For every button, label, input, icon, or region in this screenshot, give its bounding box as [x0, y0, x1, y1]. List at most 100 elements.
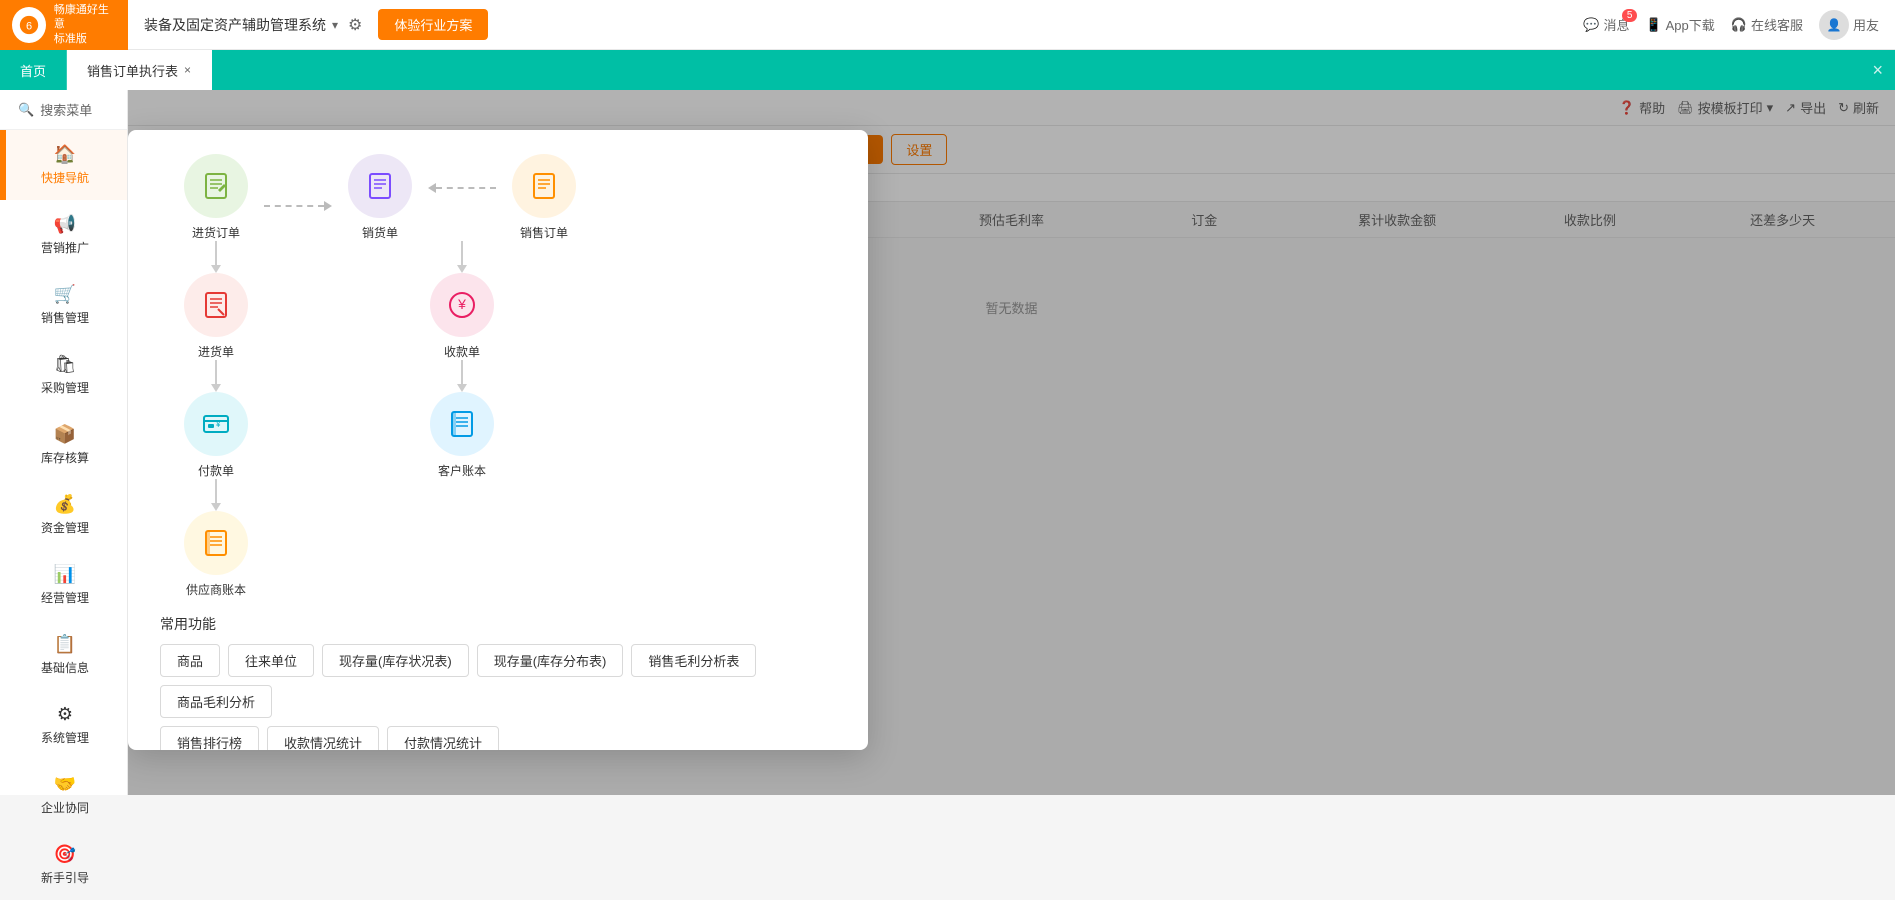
- main-layout: 🔍 搜索菜单 🏠 快捷导航 📢 营销推广 🛒 销售管理 🛍 采购管理 📦 库存核…: [0, 90, 1895, 795]
- content-area: ❓ 帮助 🖨 按模板打印 ▾ ↗ 导出 ↻ 刷新 📅 — 📅: [128, 90, 1895, 795]
- payment-circle: ¥: [184, 392, 248, 456]
- sales-row: 销货单: [332, 154, 592, 241]
- message-badge: 5: [1622, 9, 1638, 22]
- sidebar-item-enterprise[interactable]: 🤝 企业协同: [0, 760, 127, 830]
- function-buttons: 商品 往来单位 现存量(库存状况表) 现存量(库存分布表) 销售毛利分析表 商品…: [160, 644, 836, 718]
- inventory-icon: 📦: [54, 424, 76, 445]
- active-indicator: [3, 130, 6, 200]
- purchase-order-circle: [184, 154, 248, 218]
- logo-icon: 6: [12, 7, 46, 43]
- func-btn-payment-stats[interactable]: 付款情况统计: [387, 726, 499, 750]
- flow-node-sales-bill[interactable]: 销货单: [348, 154, 412, 241]
- common-functions-title: 常用功能: [160, 614, 836, 634]
- user-menu[interactable]: 👤 用友: [1819, 10, 1879, 40]
- app-title: 装备及固定资产辅助管理系统: [144, 15, 326, 35]
- h-arrow-1: [264, 174, 332, 238]
- svg-text:¥: ¥: [215, 420, 221, 429]
- customer-ledger-circle: [430, 392, 494, 456]
- gear-icon[interactable]: ⚙: [348, 15, 362, 35]
- sales-bill-lower: ¥ 收款单: [414, 241, 510, 479]
- flow-node-payment[interactable]: ¥ 付款单: [184, 392, 248, 479]
- flow-diagram: 进货订单 进货: [160, 154, 836, 606]
- sidebar: 🔍 搜索菜单 🏠 快捷导航 📢 营销推广 🛒 销售管理 🛍 采购管理 📦 库存核…: [0, 90, 128, 795]
- svg-text:¥: ¥: [457, 296, 466, 312]
- flow-node-receipt[interactable]: ¥ 收款单: [430, 273, 494, 360]
- modal-body: 进货订单 进货: [128, 130, 868, 750]
- connector-5: [457, 360, 467, 392]
- connector-3: [211, 479, 221, 511]
- operations-icon: 📊: [54, 564, 76, 585]
- enterprise-icon: 🤝: [54, 774, 76, 795]
- function-buttons-row2: 销售排行榜 收款情况统计 付款情况统计: [160, 726, 836, 750]
- func-btn-product-profit[interactable]: 商品毛利分析: [160, 685, 272, 718]
- receipt-circle: ¥: [430, 273, 494, 337]
- connector-1: [211, 241, 221, 273]
- avatar: 👤: [1819, 10, 1849, 40]
- header-right: 💬 消息 5 📱 App下载 🎧 在线客服 👤 用友: [1583, 10, 1879, 40]
- app-download-button[interactable]: 📱 App下载: [1645, 15, 1714, 34]
- tab-sales-order[interactable]: 销售订单执行表 ×: [67, 50, 212, 90]
- tab-close-icon[interactable]: ×: [184, 63, 191, 77]
- try-button[interactable]: 体验行业方案: [378, 9, 488, 40]
- func-btn-sales-profit[interactable]: 销售毛利分析表: [631, 644, 756, 677]
- tab-bar: 首页 销售订单执行表 × ×: [0, 50, 1895, 90]
- sidebar-item-inventory[interactable]: 📦 库存核算: [0, 410, 127, 480]
- h-arrow-back: [428, 183, 496, 193]
- sidebar-item-sales[interactable]: 🛒 销售管理: [0, 270, 127, 340]
- flow-node-purchase-bill[interactable]: 进货单: [184, 273, 248, 360]
- sidebar-item-guide[interactable]: 🎯 新手引导: [0, 830, 127, 900]
- common-functions: 常用功能 商品 往来单位 现存量(库存状况表) 现存量(库存分布表) 销售毛利分…: [160, 614, 836, 750]
- sales-order-circle: [512, 154, 576, 218]
- sales-lower-row: ¥ 收款单: [414, 241, 510, 479]
- message-icon: 💬: [1583, 17, 1599, 33]
- connector-2: [211, 360, 221, 392]
- search-icon: 🔍: [18, 102, 34, 118]
- service-icon: 🎧: [1731, 17, 1747, 33]
- modal-overlay[interactable]: 进货订单 进货: [128, 90, 1895, 795]
- guide-icon: 🎯: [54, 844, 76, 865]
- sidebar-item-basic-info[interactable]: 📋 基础信息: [0, 620, 127, 690]
- connector-4: [457, 241, 467, 273]
- sidebar-item-operations[interactable]: 📊 经营管理: [0, 550, 127, 620]
- purchase-bill-circle: [184, 273, 248, 337]
- download-icon: 📱: [1645, 17, 1661, 33]
- flow-left-col: 进货订单 进货: [168, 154, 264, 598]
- h-arrows-col: [264, 154, 332, 238]
- supplier-ledger-circle: [184, 511, 248, 575]
- marketing-icon: 📢: [54, 214, 76, 235]
- flow-node-supplier-ledger[interactable]: 供应商账本: [184, 511, 248, 598]
- sidebar-item-finance[interactable]: 💰 资金管理: [0, 480, 127, 550]
- online-service-button[interactable]: 🎧 在线客服: [1731, 15, 1803, 34]
- logo-text: 畅康通好生意 标准版: [54, 3, 116, 46]
- sidebar-item-quick-nav[interactable]: 🏠 快捷导航: [0, 130, 127, 200]
- sales-bill-circle: [348, 154, 412, 218]
- sidebar-item-purchase[interactable]: 🛍 采购管理: [0, 340, 127, 410]
- func-btn-stock-status[interactable]: 现存量(库存状况表): [322, 644, 469, 677]
- flow-right-col: 销货单: [332, 154, 592, 479]
- message-button[interactable]: 💬 消息 5: [1583, 15, 1629, 34]
- tab-bar-end: ×: [1872, 61, 1895, 79]
- quick-nav-modal: 进货订单 进货: [128, 130, 868, 750]
- close-all-tabs-icon[interactable]: ×: [1872, 60, 1883, 80]
- sales-icon: 🛒: [54, 284, 76, 305]
- flow-node-purchase-order[interactable]: 进货订单: [184, 154, 248, 241]
- sidebar-item-marketing[interactable]: 📢 营销推广: [0, 200, 127, 270]
- sidebar-item-system[interactable]: ⚙ 系统管理: [0, 690, 127, 760]
- tab-home[interactable]: 首页: [0, 50, 67, 90]
- func-btn-stock-dist[interactable]: 现存量(库存分布表): [477, 644, 624, 677]
- func-btn-partner[interactable]: 往来单位: [228, 644, 314, 677]
- app-header: 6 畅康通好生意 标准版 装备及固定资产辅助管理系统 ▾ ⚙ 体验行业方案 💬 …: [0, 0, 1895, 50]
- func-btn-receipt-stats[interactable]: 收款情况统计: [267, 726, 379, 750]
- svg-text:6: 6: [26, 20, 32, 32]
- logo-area: 6 畅康通好生意 标准版: [0, 0, 128, 50]
- search-menu-button[interactable]: 🔍 搜索菜单: [0, 90, 127, 130]
- dropdown-icon[interactable]: ▾: [332, 18, 338, 32]
- finance-icon: 💰: [54, 494, 76, 515]
- flow-node-customer-ledger[interactable]: 客户账本: [430, 392, 494, 479]
- purchase-icon: 🛍: [54, 354, 77, 375]
- home-icon: 🏠: [54, 144, 76, 165]
- func-btn-sales-ranking[interactable]: 销售排行榜: [160, 726, 259, 750]
- func-btn-product[interactable]: 商品: [160, 644, 220, 677]
- flow-node-sales-order[interactable]: 销售订单: [512, 154, 576, 241]
- info-icon: 📋: [54, 634, 76, 655]
